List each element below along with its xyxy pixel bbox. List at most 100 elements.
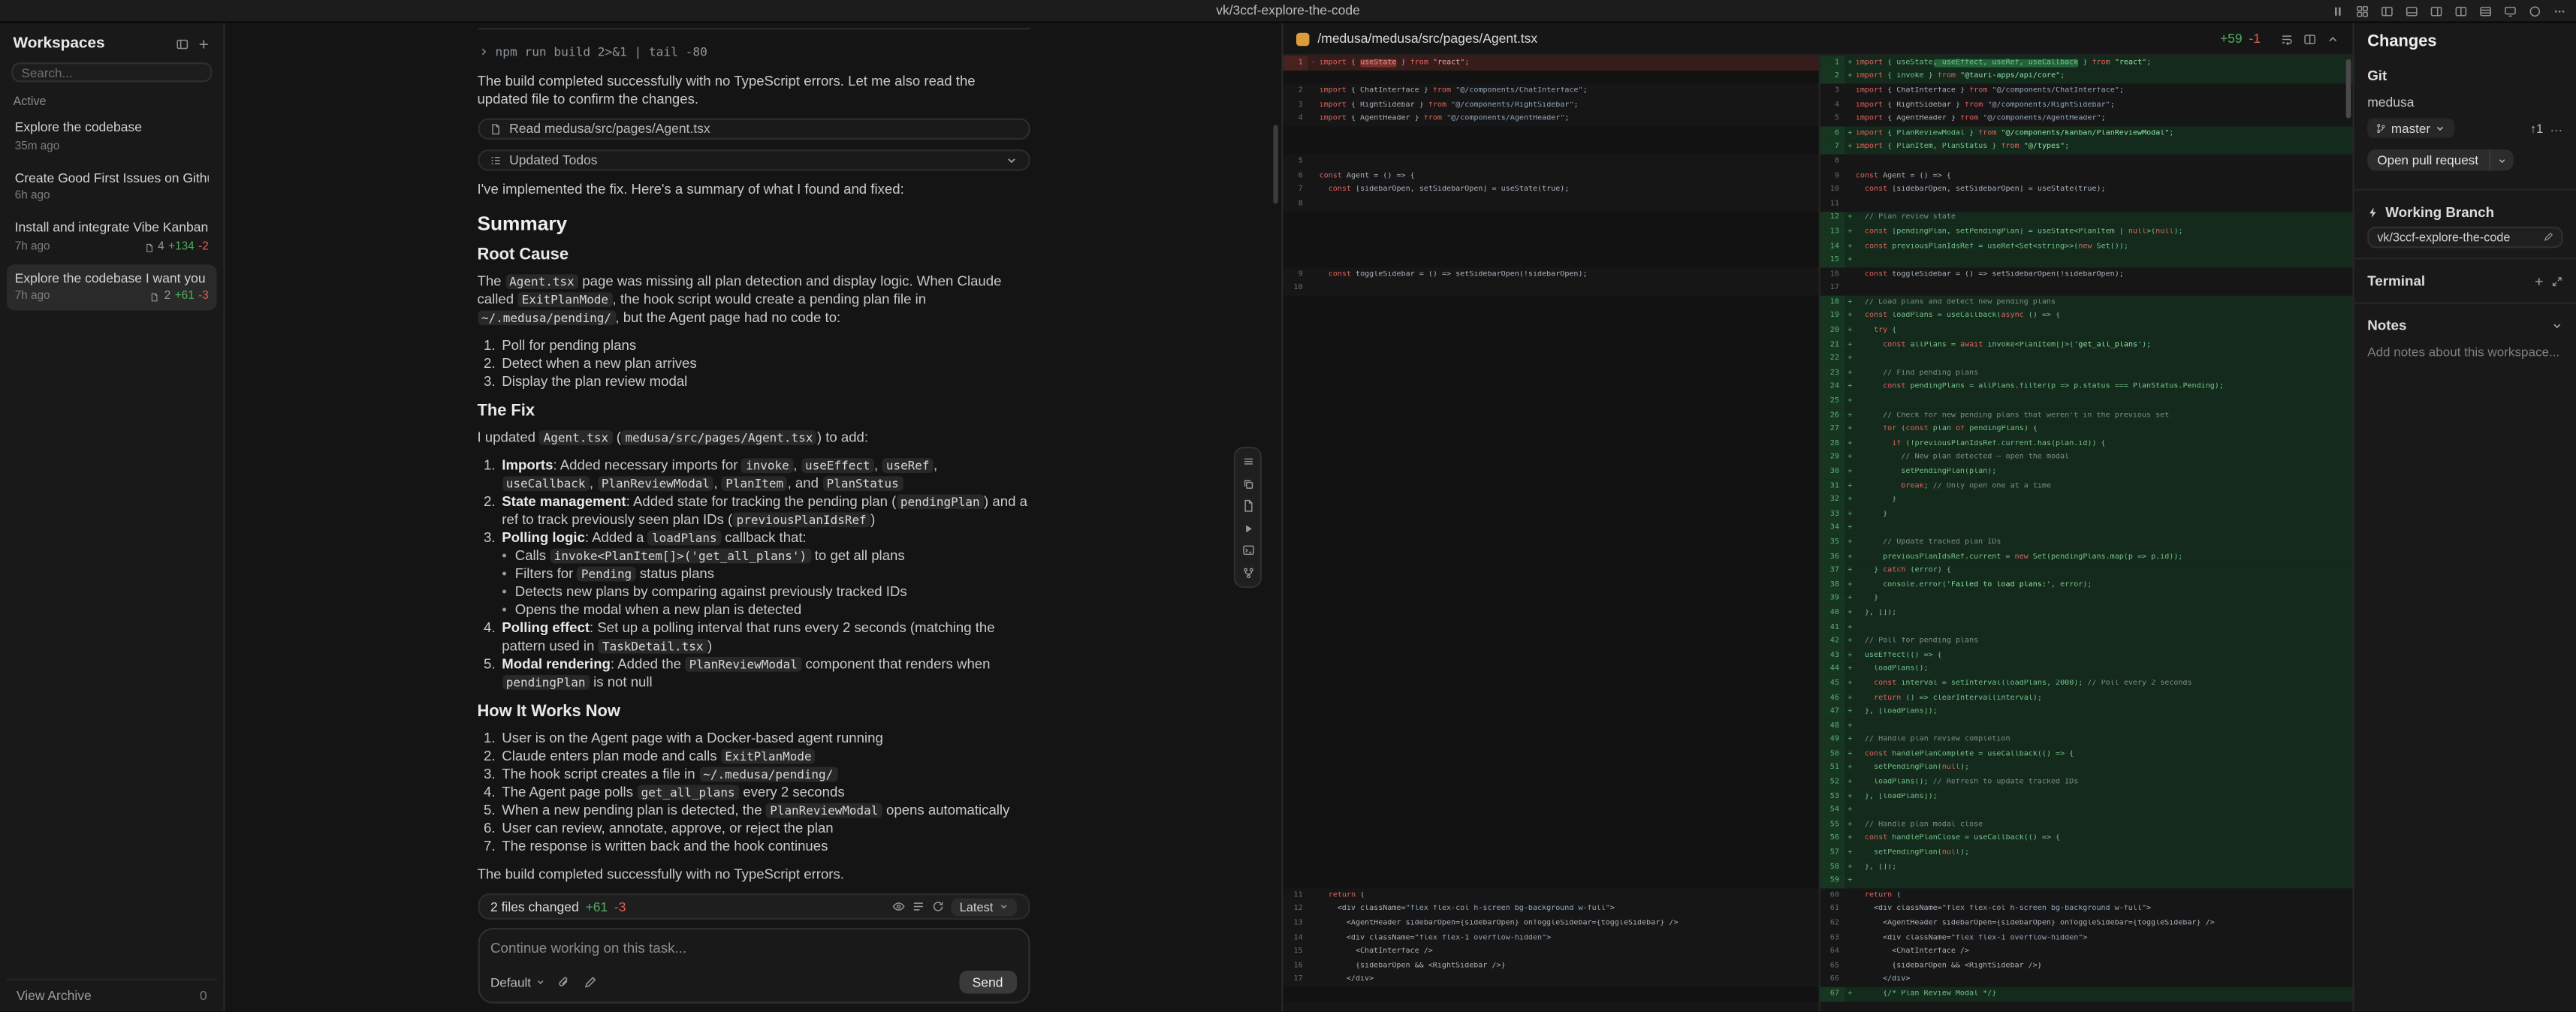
diff-spacer-row [1283,126,1817,140]
collapse-diff-icon[interactable] [2327,32,2340,46]
text: The response is written back and the hoo… [502,838,828,854]
chat-scroll-area[interactable]: npm run build 2>&1 | tail -80The build c… [225,23,1282,893]
diff-context-row: 14 <div className="flex flex-1 overflow-… [1283,931,1817,945]
code-line: } [1856,496,2353,504]
text: Detect when a new plan arrives [502,355,696,372]
copy-icon[interactable] [1238,475,1256,492]
diff-spacer-row [1283,719,1817,733]
list-content: User is on the Agent page with a Docker-… [502,729,1029,747]
workspace-title: Explore the codebase [15,120,209,135]
diff-marker: + [1844,214,1855,222]
more-options-icon[interactable] [2553,5,2566,19]
terminal-icon[interactable] [1238,542,1256,559]
version-dropdown[interactable]: Latest [952,897,1016,915]
pr-dropdown-icon[interactable] [2488,149,2513,170]
new-workspace-icon[interactable] [198,37,211,50]
diff-spacer-row [1283,761,1817,776]
diff-context-row: 3import { RightSidebar } from "@/compone… [1283,98,1817,113]
diff-spacer-row [1283,607,1817,621]
line-number: 14 [1283,931,1308,945]
message-composer[interactable]: Continue working on this task... Default… [477,928,1029,1004]
list-content: Polling effect: Set up a polling interva… [502,619,1029,655]
file-diff-icon[interactable] [1238,498,1256,514]
line-number: 2 [1283,84,1308,98]
edit-icon[interactable] [583,975,597,989]
view-archive[interactable]: View Archive 0 [7,979,217,1012]
code-line: setPendingPlan(null); [1856,764,2353,773]
diff-scrollbar-thumb[interactable] [2346,59,2351,119]
monitor-icon[interactable] [2504,5,2517,19]
panel-right-icon[interactable] [2430,5,2443,19]
notes-chevron-icon[interactable] [2551,319,2562,330]
collapse-sidebar-icon[interactable] [176,37,189,50]
working-branch-value: vk/3ccf-explore-the-code [2377,230,2535,245]
updated-todos-chip[interactable]: Updated Todos [477,149,1029,170]
model-selector[interactable]: Default [490,974,546,989]
working-branch-field[interactable]: vk/3ccf-explore-the-code [2367,227,2562,248]
branch-icon [2375,123,2386,134]
diff-body[interactable]: 1-import { useState } from "react";2impo… [1283,56,2352,1011]
pause-icon[interactable] [2331,5,2345,19]
code-line: const toggleSidebar = () => setSidebarOp… [1320,270,1818,279]
eye-icon[interactable] [892,900,906,914]
diff-added-row: 18+ // Load plans and detect new pending… [1820,296,2353,310]
text: When a new pending plan is detected, the [502,802,765,818]
inline-code: Agent.tsx [539,430,612,445]
diff-list-icon[interactable] [912,900,925,914]
line-number: 47 [1820,705,1845,719]
circle-icon[interactable] [2529,5,2542,19]
diff-spacer-row [1283,437,1817,451]
panel-left-icon[interactable] [2381,5,2394,19]
line-number [1283,493,1308,508]
send-button[interactable]: Send [959,971,1016,994]
diff-added-row: 24+ const pendingPlans = allPlans.filter… [1820,381,2353,395]
expand-terminal-icon[interactable] [2551,275,2562,286]
panel-bottom-icon[interactable] [2406,5,2419,19]
diff-marker: + [1844,228,1855,236]
wrap-lines-icon[interactable] [2280,32,2294,46]
split-columns-icon[interactable] [2454,5,2468,19]
workspace-item[interactable]: Create Good First Issues on Github So6h … [7,164,217,210]
open-pull-request-button[interactable]: Open pull request [2367,149,2513,170]
list-item: 3.Display the plan review modal [477,373,1029,391]
notes-section-header[interactable]: Notes [2367,317,2562,333]
text: Claude enters plan mode and calls [502,747,720,764]
rows-icon[interactable] [2479,5,2493,19]
list-content: The hook script creates a file in ~/.med… [502,765,1029,783]
edit-branch-icon[interactable] [2542,232,2553,242]
line-number: 55 [1820,818,1845,833]
fork-icon[interactable] [1238,564,1256,580]
git-label: Git [2367,68,2387,84]
inline-code: invoke [742,458,794,473]
branch-more-icon[interactable]: … [2550,123,2563,133]
diff-added-row: 30+ setPendingPlan(plan); [1820,465,2353,480]
changes-statusbar[interactable]: 2 files changed +61 -3 Latest [477,893,1029,920]
line-number [1283,620,1308,634]
attach-icon[interactable] [557,975,572,989]
workspace-item[interactable]: Explore the codebase I want you to ex7h … [7,264,217,310]
terminal-section-header[interactable]: Terminal [2367,273,2562,289]
read-file-chip[interactable]: Read medusa/src/pages/Agent.tsx [477,119,1029,140]
split-view-icon[interactable] [2303,32,2317,46]
refresh-icon[interactable] [931,900,945,914]
diff-spacer-row [1283,705,1817,719]
code-line: import { invoke } from "@tauri-apps/api/… [1856,73,2353,81]
branch-selector[interactable]: master [2367,119,2454,138]
workspace-item[interactable]: Install and integrate Vibe Kanban Web7h … [7,213,217,260]
workspace-search-input[interactable]: Search... [11,62,212,82]
chat-scrollbar-thumb[interactable] [1273,125,1278,203]
workspace-item[interactable]: Explore the codebase35m ago [7,113,217,160]
code-line: const toggleSidebar = () => setSidebarOp… [1856,270,2353,279]
run-icon[interactable] [1238,520,1256,536]
list-content: State management: Added state for tracki… [502,492,1029,529]
text: The [477,273,505,289]
chevron-down-icon[interactable] [1006,154,1018,166]
drag-handle-icon[interactable] [1238,453,1256,470]
new-terminal-icon[interactable] [2533,275,2544,286]
layout-grid-icon[interactable] [2356,5,2369,19]
line-number [1283,451,1308,465]
code-line: const handlePlanComplete = useCallback((… [1856,750,2353,758]
diff-file-header: /medusa/medusa/src/pages/Agent.tsx +59 -… [1283,23,2352,56]
terminal-command[interactable]: npm run build 2>&1 | tail -80 [477,44,1029,59]
code-line: <div className="flex flex-col h-screen b… [1856,905,2353,914]
